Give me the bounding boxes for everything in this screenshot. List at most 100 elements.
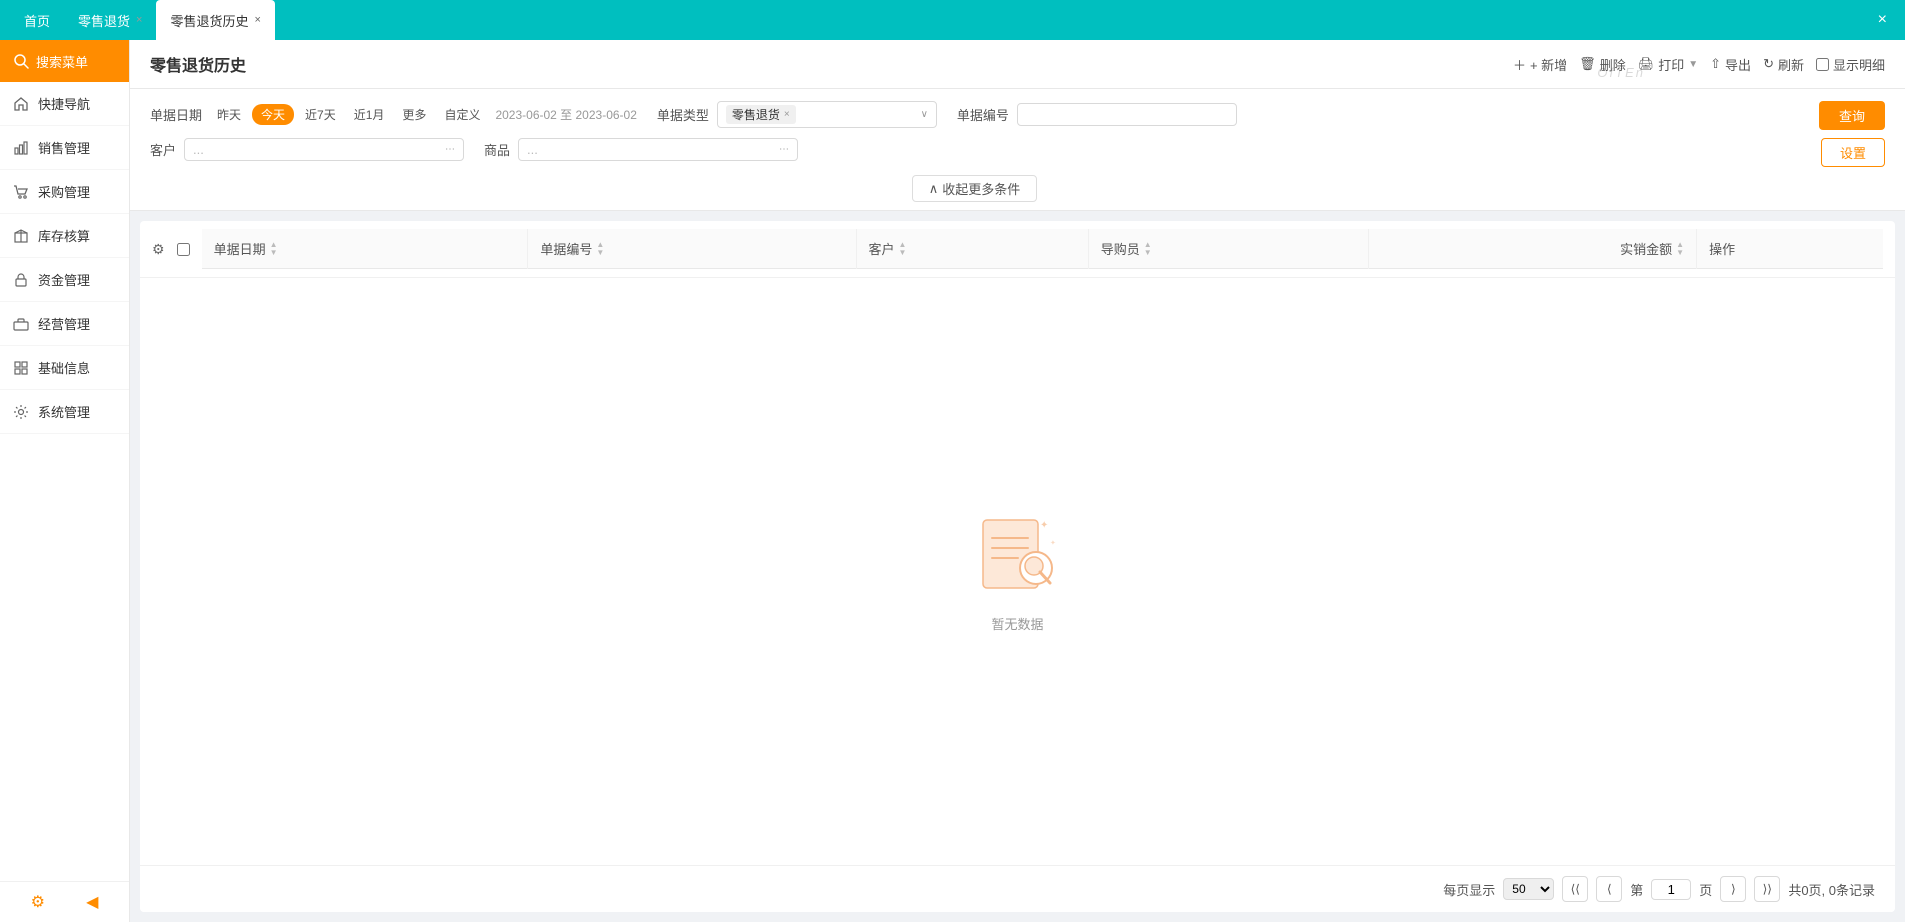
sidebar-item-purchase[interactable]: 采购管理 — [0, 170, 129, 214]
sort-bill-date: ▲▼ — [270, 241, 278, 257]
search-icon — [12, 52, 30, 70]
refresh-button[interactable]: ↻ 刷新 — [1763, 55, 1804, 74]
col-guide[interactable]: 导购员 ▲▼ — [1088, 229, 1368, 269]
tab-retail-return-history-close[interactable]: × — [254, 14, 260, 26]
sidebar-item-quicknav[interactable]: 快捷导航 — [0, 82, 129, 126]
page-next-button[interactable]: ⟩ — [1720, 876, 1746, 902]
page-label: 第 — [1630, 880, 1643, 899]
header-actions: ＋ + 新增 🗑 删除 🖨 打印 ▼ ⇧ 导出 ↻ — [1513, 55, 1885, 74]
refresh-icon: ↻ — [1763, 56, 1774, 72]
per-page-select[interactable]: 50 10 20 100 — [1503, 878, 1554, 900]
tab-retail-return-close[interactable]: × — [136, 14, 142, 26]
table-gear-icon[interactable]: ⚙ — [152, 241, 165, 258]
page-number-input[interactable] — [1651, 879, 1691, 900]
filter-bill-type-select[interactable]: 零售退货 × ∨ — [717, 101, 937, 128]
show-detail-checkbox-label[interactable]: 显示明细 — [1816, 55, 1885, 74]
filter-date-buttons: 昨天 今天 近7天 近1月 更多 自定义 — [210, 103, 487, 126]
sidebar-item-inventory[interactable]: 库存核算 — [0, 214, 129, 258]
show-detail-checkbox[interactable] — [1816, 58, 1829, 71]
sidebar-item-basic-info[interactable]: 基础信息 — [0, 346, 129, 390]
filter-area: 单据日期 昨天 今天 近7天 近1月 更多 自定义 2023-06-02 至 2… — [130, 89, 1905, 211]
print-icon: 🖨 — [1638, 56, 1655, 72]
date-range-display: 2023-06-02 至 2023-06-02 — [495, 106, 636, 123]
page-prev-button[interactable]: ⟨ — [1596, 876, 1622, 902]
filter-customer-select[interactable]: ... ⋯ — [184, 138, 464, 161]
sidebar-gear-button[interactable]: ⚙ — [31, 892, 45, 912]
table-toolbar: ⚙ 单据日期 ▲▼ — [140, 221, 1895, 278]
sidebar-item-sales[interactable]: 销售管理 — [0, 126, 129, 170]
page-header: 零售退货历史 ＋ + 新增 🗑 删除 🖨 打印 ▼ ⇧ 导出 — [130, 40, 1905, 89]
page-last-button[interactable]: ⟩⟩ — [1754, 876, 1780, 902]
settings-icon — [12, 403, 30, 421]
bill-type-tag: 零售退货 × — [726, 105, 796, 124]
tab-retail-return-history[interactable]: 零售退货历史 × — [156, 0, 274, 40]
filter-goods-select[interactable]: ... ⋯ — [518, 138, 798, 161]
col-customer[interactable]: 客户 ▲▼ — [856, 229, 1088, 269]
lock-icon — [12, 271, 30, 289]
date-btn-7days[interactable]: 近7天 — [298, 103, 343, 126]
sort-bill-no: ▲▼ — [596, 241, 604, 257]
bill-no-input[interactable] — [1017, 103, 1237, 126]
sort-amount: ▲▼ — [1676, 241, 1684, 257]
collapse-filter-button[interactable]: ∧ 收起更多条件 — [912, 175, 1038, 202]
filter-row-1: 单据日期 昨天 今天 近7天 近1月 更多 自定义 2023-06-02 至 2… — [150, 101, 1799, 128]
cart-icon — [12, 183, 30, 201]
sidebar-bottom: ⚙ ◀ — [0, 881, 129, 922]
content-area: 零售退货历史 ＋ + 新增 🗑 删除 🖨 打印 ▼ ⇧ 导出 — [130, 40, 1905, 922]
total-records: 共0页, 0条记录 — [1788, 880, 1875, 899]
grid-icon — [12, 359, 30, 377]
query-button[interactable]: 查询 — [1819, 101, 1885, 130]
svg-text:✦: ✦ — [1050, 539, 1056, 547]
delete-button[interactable]: 🗑 删除 — [1579, 55, 1626, 74]
bill-type-tag-close[interactable]: × — [784, 109, 790, 120]
sidebar-item-operations[interactable]: 经营管理 — [0, 302, 129, 346]
settings-button[interactable]: 设置 — [1821, 138, 1885, 167]
filter-goods-item: 商品 ... ⋯ — [484, 138, 798, 161]
col-bill-date[interactable]: 单据日期 ▲▼ — [202, 229, 528, 269]
empty-text: 暂无数据 — [991, 614, 1043, 633]
empty-icon: ✦ ✦ — [968, 510, 1068, 600]
top-bar: 首页 零售退货 × 零售退货历史 × × — [0, 0, 1905, 40]
date-btn-today[interactable]: 今天 — [252, 104, 294, 125]
filter-date-item: 单据日期 昨天 今天 近7天 近1月 更多 自定义 2023-06-02 至 2… — [150, 103, 637, 126]
date-btn-custom[interactable]: 自定义 — [437, 103, 487, 126]
col-actions: 操作 — [1697, 229, 1883, 269]
filter-bill-type-item: 单据类型 零售退货 × ∨ — [657, 101, 937, 128]
pagination: 每页显示 50 10 20 100 ⟨⟨ ⟨ 第 页 ⟩ ⟩⟩ 共0页, 0条记… — [140, 865, 1895, 912]
window-close-button[interactable]: × — [1870, 11, 1895, 29]
delete-icon: 🗑 — [1579, 56, 1596, 72]
sidebar-item-finance[interactable]: 资金管理 — [0, 258, 129, 302]
table-area: ⚙ 单据日期 ▲▼ — [140, 221, 1895, 912]
box-icon — [12, 227, 30, 245]
goods-arrow: ⋯ — [779, 144, 789, 155]
page-unit: 页 — [1699, 880, 1712, 899]
filter-bill-no-item: 单据编号 — [957, 103, 1237, 126]
sidebar-collapse-button[interactable]: ◀ — [86, 892, 98, 912]
export-icon: ⇧ — [1710, 56, 1721, 72]
main-layout: 搜索菜单 快捷导航 销售管理 采购管理 库存核算 — [0, 40, 1905, 922]
export-button[interactable]: ⇧ 导出 — [1710, 55, 1751, 74]
tab-retail-return[interactable]: 零售退货 × — [64, 0, 156, 40]
col-amount[interactable]: 实销金额 ▲▼ — [1368, 229, 1696, 269]
sort-guide: ▲▼ — [1144, 241, 1152, 257]
new-icon: ＋ — [1513, 55, 1526, 74]
svg-text:✦: ✦ — [1040, 520, 1048, 531]
page-first-button[interactable]: ⟨⟨ — [1562, 876, 1588, 902]
sidebar-search[interactable]: 搜索菜单 — [0, 40, 129, 82]
print-button[interactable]: 🖨 打印 ▼ — [1638, 55, 1698, 74]
briefcase-icon — [12, 315, 30, 333]
sidebar-item-system[interactable]: 系统管理 — [0, 390, 129, 434]
per-page-label: 每页显示 — [1443, 880, 1495, 899]
date-btn-yesterday[interactable]: 昨天 — [210, 103, 248, 126]
new-button[interactable]: ＋ + 新增 — [1513, 55, 1567, 74]
filter-row-2: 客户 ... ⋯ 商品 ... ⋯ — [150, 138, 1799, 161]
date-btn-1month[interactable]: 近1月 — [347, 103, 392, 126]
empty-state: ✦ ✦ 暂无数据 — [140, 278, 1895, 865]
page-title: 零售退货历史 — [150, 52, 246, 76]
date-btn-more[interactable]: 更多 — [395, 103, 433, 126]
tab-home[interactable]: 首页 — [10, 0, 64, 40]
col-bill-no[interactable]: 单据编号 ▲▼ — [528, 229, 856, 269]
select-all-checkbox[interactable] — [177, 243, 190, 256]
filter-customer-item: 客户 ... ⋯ — [150, 138, 464, 161]
customer-arrow: ⋯ — [445, 144, 455, 155]
